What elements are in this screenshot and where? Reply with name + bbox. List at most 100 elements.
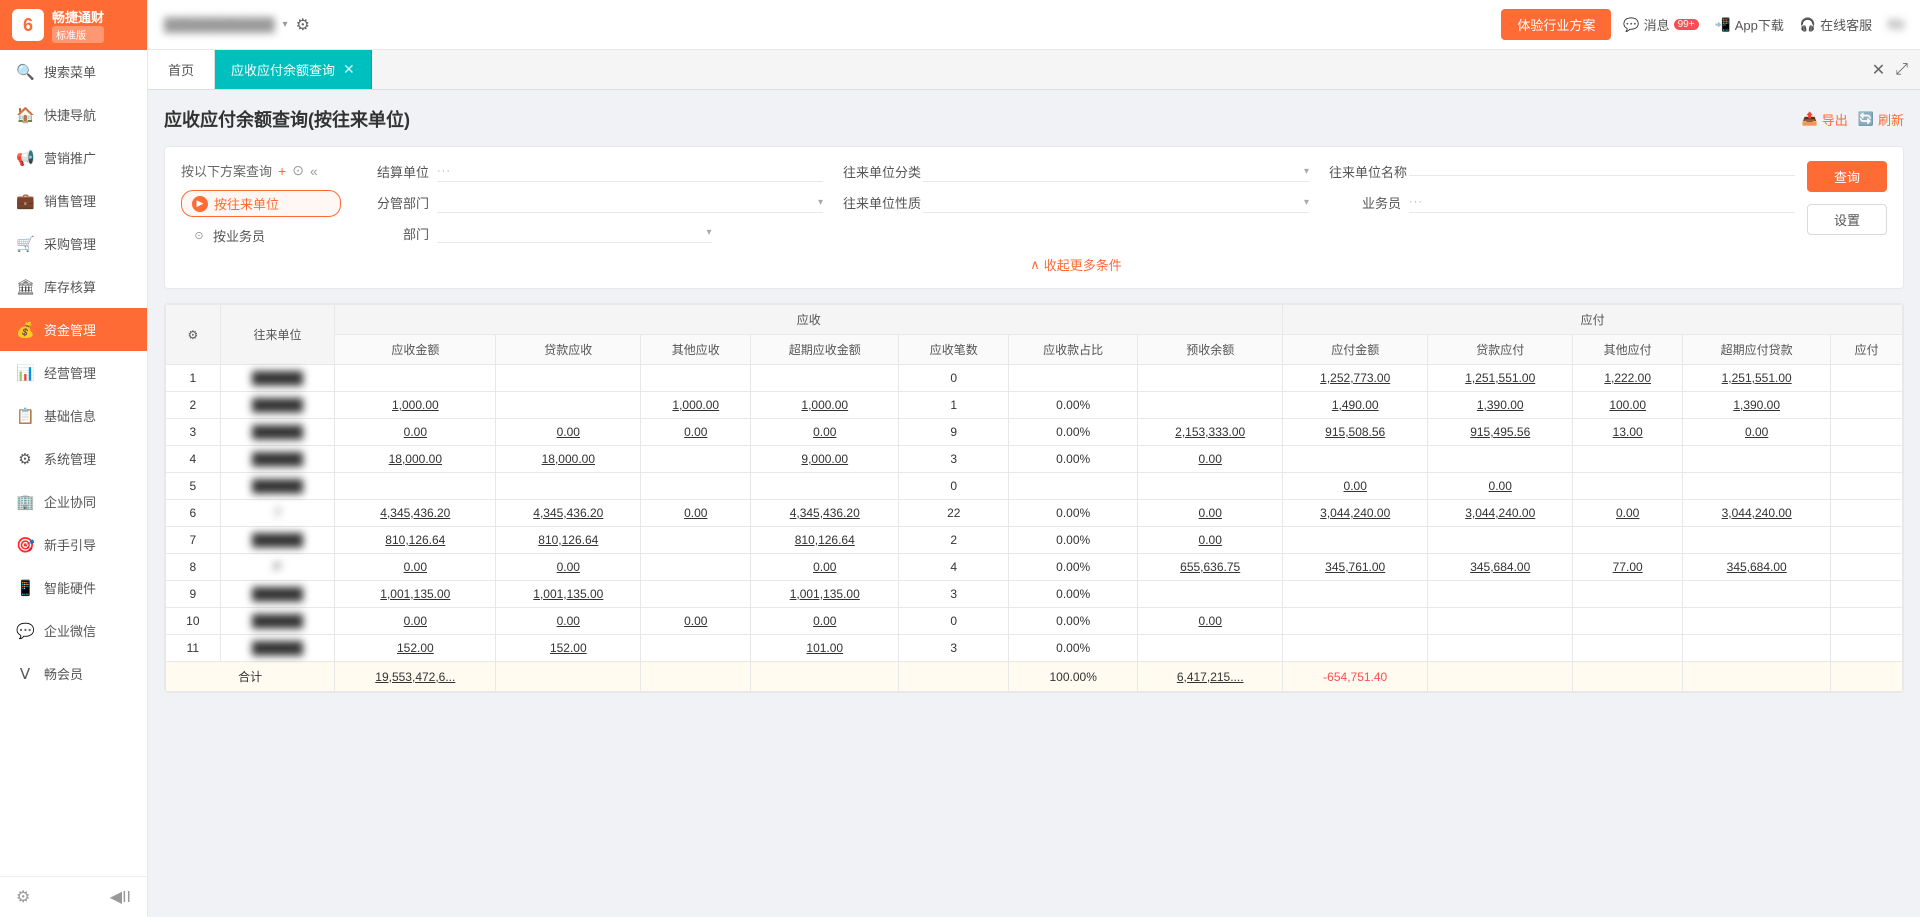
filter-settings-icon[interactable]: ⊙ (292, 162, 304, 179)
cell-cqysje[interactable]: 0.00 (751, 554, 899, 581)
tab-home[interactable]: 首页 (148, 50, 215, 89)
cell-yfje[interactable]: 3,044,240.00 (1283, 500, 1428, 527)
cell-yfje[interactable]: 0.00 (1283, 473, 1428, 500)
cell-cqyf[interactable]: 1,251,551.00 (1683, 365, 1831, 392)
filter-jiesuan-input[interactable]: ··· (437, 161, 823, 182)
cell-cqyf[interactable]: 345,684.00 (1683, 554, 1831, 581)
cell-yfje[interactable]: 1,252,773.00 (1283, 365, 1428, 392)
cell-ysk[interactable]: 4,345,436.20 (335, 500, 496, 527)
cell-qtys[interactable]: 1,000.00 (641, 392, 751, 419)
filter-unit-nature-input[interactable]: ▾ (923, 193, 1309, 213)
industry-plan-button[interactable]: 体验行业方案 (1501, 9, 1611, 40)
cell-dkys[interactable]: 0.00 (496, 419, 641, 446)
collapse-more-button[interactable]: ∧ 收起更多条件 (357, 255, 1795, 274)
cell-yfje[interactable]: 345,761.00 (1283, 554, 1428, 581)
cell-dkys[interactable]: 152.00 (496, 635, 641, 662)
cell-cqysje[interactable]: 9,000.00 (751, 446, 899, 473)
cell-yfje[interactable]: 1,490.00 (1283, 392, 1428, 419)
sidebar-item-operation[interactable]: 📊 经营管理 (0, 351, 147, 394)
cell-qtys[interactable]: 0.00 (641, 500, 751, 527)
footer-ysk[interactable]: 19,553,472,6... (335, 662, 496, 692)
cell-dkys[interactable]: 810,126.64 (496, 527, 641, 554)
cell-cqyf[interactable]: 0.00 (1683, 419, 1831, 446)
filter-dept-manage-input[interactable]: ▾ (437, 193, 823, 213)
filter-dept-input[interactable]: ▾ (437, 223, 712, 243)
table-settings-icon[interactable]: ⚙ (187, 328, 198, 342)
cell-cqysje[interactable]: 101.00 (751, 635, 899, 662)
sidebar-item-basic[interactable]: 📋 基础信息 (0, 394, 147, 437)
filter-unit-category-input[interactable]: ▾ (923, 162, 1309, 182)
cell-yfje[interactable]: 915,508.56 (1283, 419, 1428, 446)
cell-cqyf[interactable]: 3,044,240.00 (1683, 500, 1831, 527)
cell-dkys[interactable]: 0.00 (496, 554, 641, 581)
message-button[interactable]: 💬 消息 99+ (1623, 15, 1698, 34)
cell-qtyf[interactable]: 100.00 (1573, 392, 1683, 419)
cell-dkys[interactable]: 0.00 (496, 608, 641, 635)
sidebar-item-search[interactable]: 🔍 搜索菜单 (0, 50, 147, 93)
sidebar-item-finance[interactable]: 💰 资金管理 (0, 308, 147, 351)
cell-ysy[interactable]: 0.00 (1138, 608, 1283, 635)
tab-close-window-icon[interactable]: ✕ (1872, 60, 1885, 80)
sidebar-item-marketing[interactable]: 📢 营销推广 (0, 136, 147, 179)
cell-cqysje[interactable]: 810,126.64 (751, 527, 899, 554)
tab-close-icon[interactable]: ✕ (343, 61, 355, 78)
scheme-by-salesman[interactable]: ⊙ 按业务员 (181, 223, 341, 248)
cell-ysk[interactable]: 1,001,135.00 (335, 581, 496, 608)
cell-ysk[interactable]: 0.00 (335, 608, 496, 635)
filter-settings-button[interactable]: 设置 (1807, 204, 1887, 235)
filter-collapse-icon[interactable]: « (310, 163, 318, 179)
sidebar-item-corp[interactable]: 🏢 企业协同 (0, 480, 147, 523)
sidebar-item-guide[interactable]: 🎯 新手引导 (0, 523, 147, 566)
cell-ysy[interactable]: 655,636.75 (1138, 554, 1283, 581)
cell-ysk[interactable]: 18,000.00 (335, 446, 496, 473)
sidebar-item-wechat[interactable]: 💬 企业微信 (0, 609, 147, 652)
cell-qtys[interactable]: 0.00 (641, 608, 751, 635)
cell-cqysje[interactable]: 4,345,436.20 (751, 500, 899, 527)
cell-dkyf[interactable]: 3,044,240.00 (1428, 500, 1573, 527)
online-service-button[interactable]: 🎧 在线客服 (1800, 15, 1872, 34)
footer-ysy[interactable]: 6,417,215.... (1138, 662, 1283, 692)
cell-qtyf[interactable]: 0.00 (1573, 500, 1683, 527)
cell-cqyf[interactable]: 1,390.00 (1683, 392, 1831, 419)
sidebar-collapse-icon[interactable]: ◀II (110, 887, 131, 907)
sidebar-gear-icon[interactable]: ⚙ (16, 887, 30, 907)
sidebar-item-system[interactable]: ⚙ 系统管理 (0, 437, 147, 480)
sidebar-item-hardware[interactable]: 📱 智能硬件 (0, 566, 147, 609)
cell-ysy[interactable]: 0.00 (1138, 527, 1283, 554)
cell-ysk[interactable]: 152.00 (335, 635, 496, 662)
refresh-button[interactable]: 🔄 刷新 (1858, 110, 1904, 129)
filter-salesman-input[interactable]: ··· (1409, 192, 1795, 213)
sidebar-item-nav[interactable]: 🏠 快捷导航 (0, 93, 147, 136)
cell-cqysje[interactable]: 0.00 (751, 608, 899, 635)
query-button[interactable]: 查询 (1807, 161, 1887, 192)
cell-dkyf[interactable]: 1,390.00 (1428, 392, 1573, 419)
cell-ysk[interactable]: 0.00 (335, 554, 496, 581)
cell-cqysje[interactable]: 1,001,135.00 (751, 581, 899, 608)
cell-qtyf[interactable]: 13.00 (1573, 419, 1683, 446)
cell-ysk[interactable]: 0.00 (335, 419, 496, 446)
filter-add-button[interactable]: + (278, 163, 286, 179)
cell-ysy[interactable]: 0.00 (1138, 446, 1283, 473)
sidebar-item-member[interactable]: Ⅴ 畅会员 (0, 652, 147, 695)
cell-ysk[interactable]: 1,000.00 (335, 392, 496, 419)
cell-qtyf[interactable]: 77.00 (1573, 554, 1683, 581)
filter-unit-name-input[interactable] (1409, 167, 1795, 176)
th-settings[interactable]: ⚙ (166, 305, 221, 365)
cell-dkyf[interactable]: 0.00 (1428, 473, 1573, 500)
cell-ysy[interactable]: 2,153,333.00 (1138, 419, 1283, 446)
export-button[interactable]: 📤 导出 (1802, 110, 1848, 129)
cell-cqysje[interactable]: 0.00 (751, 419, 899, 446)
cell-dkys[interactable]: 1,001,135.00 (496, 581, 641, 608)
cell-dkyf[interactable]: 345,684.00 (1428, 554, 1573, 581)
app-download-button[interactable]: 📲 App下载 (1715, 15, 1784, 34)
sidebar-item-sales[interactable]: 💼 销售管理 (0, 179, 147, 222)
cell-qtyf[interactable]: 1,222.00 (1573, 365, 1683, 392)
cell-ysy[interactable]: 0.00 (1138, 500, 1283, 527)
sidebar-item-inventory[interactable]: 🏛 库存核算 (0, 265, 147, 308)
tab-receivable[interactable]: 应收应付余额查询 ✕ (215, 50, 372, 89)
cell-cqysje[interactable]: 1,000.00 (751, 392, 899, 419)
cell-dkys[interactable]: 4,345,436.20 (496, 500, 641, 527)
tab-maximize-icon[interactable]: ⤢ (1895, 61, 1908, 79)
cell-dkys[interactable]: 18,000.00 (496, 446, 641, 473)
scheme-by-unit[interactable]: ▶ 按往来单位 (181, 190, 341, 217)
